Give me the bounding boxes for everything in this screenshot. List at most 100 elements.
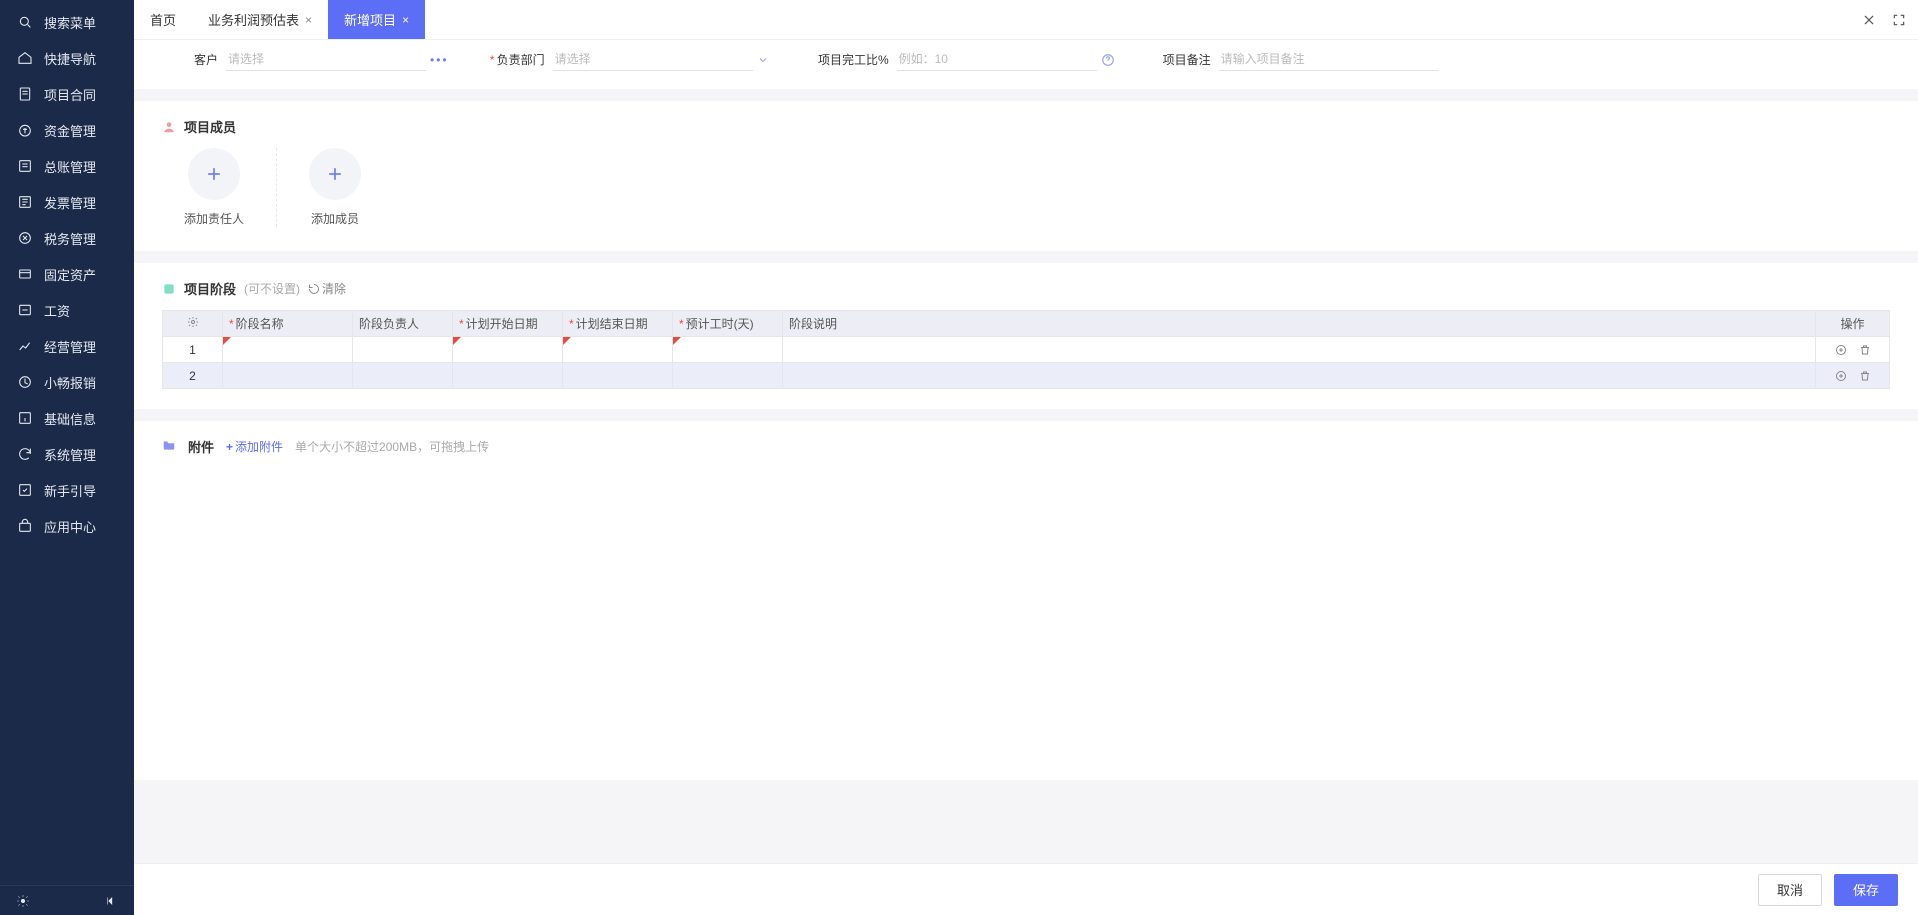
sidebar-item-asset[interactable]: 固定资产 [0,256,134,292]
tab-label: 业务利润预估表 [208,10,299,29]
ledger-icon [16,157,34,175]
collapse-icon[interactable] [102,892,120,910]
sidebar-item-label: 总账管理 [44,157,96,176]
th-text: 阶段名称 [236,317,284,331]
sidebar-item-ledger[interactable]: 总账管理 [0,148,134,184]
sidebar-item-label: 税务管理 [44,229,96,248]
section-note: (可不设置) [244,280,300,297]
cell-desc[interactable] [783,363,1816,389]
th-text: 操作 [1840,317,1864,331]
col-gear[interactable] [163,311,223,337]
tabs-bar: 首页 业务利润预估表 × 新增项目 × [134,0,1918,40]
dept-input[interactable] [553,48,753,71]
cell-hours[interactable] [673,337,783,363]
cell-idx: 1 [163,337,223,363]
add-row-icon[interactable] [1834,369,1848,383]
cell-hours[interactable] [673,363,783,389]
tab-profit-forecast[interactable]: 业务利润预估表 × [192,0,328,39]
settings-icon[interactable] [14,892,32,910]
sidebar-item-salary[interactable]: 工资 [0,292,134,328]
field-label: 项目备注 [1155,51,1211,68]
ratio-input[interactable] [897,48,1097,71]
sidebar-item-store[interactable]: 应用中心 [0,508,134,544]
cell-start[interactable] [453,363,563,389]
col-name: *阶段名称 [223,311,353,337]
sidebar-item-fund[interactable]: 资金管理 [0,112,134,148]
help-icon[interactable] [1101,53,1115,67]
sidebar-item-search[interactable]: 搜索菜单 [0,4,134,40]
delete-row-icon[interactable] [1858,369,1872,383]
tab-new-project[interactable]: 新增项目 × [328,0,425,39]
sidebar-item-base[interactable]: 基础信息 [0,400,134,436]
cell-end[interactable] [563,363,673,389]
cell-name[interactable] [223,363,353,389]
document-icon [16,85,34,103]
info-icon [16,409,34,427]
add-member-button[interactable] [309,148,361,200]
tab-label: 首页 [150,10,176,29]
save-button[interactable]: 保存 [1834,874,1898,906]
attach-row: 附件 + 添加附件 单个大小不超过200MB，可拖拽上传 [134,421,1918,480]
col-owner: 阶段负责人 [353,311,453,337]
main: 首页 业务利润预估表 × 新增项目 × 客户 ••• [134,0,1918,915]
more-icon[interactable]: ••• [430,53,449,67]
sidebar-item-label: 新手引导 [44,481,96,500]
asset-icon [16,265,34,283]
close-icon[interactable]: × [402,13,409,27]
guide-icon [16,481,34,499]
th-text: 计划结束日期 [576,317,648,331]
delete-row-icon[interactable] [1858,343,1872,357]
sidebar-item-tax[interactable]: 税务管理 [0,220,134,256]
sidebar-item-guide[interactable]: 新手引导 [0,472,134,508]
section-title: 项目阶段 [184,279,236,298]
sidebar-item-label: 快捷导航 [44,49,96,68]
customer-input[interactable] [226,48,426,71]
chevron-down-icon[interactable] [757,54,769,66]
sidebar-item-label: 基础信息 [44,409,96,428]
sidebar-item-contract[interactable]: 项目合同 [0,76,134,112]
panel-members: 项目成员 添加责任人 添加成员 [134,101,1918,251]
clear-stages-link[interactable]: 清除 [308,280,346,297]
cell-owner[interactable] [353,337,453,363]
sidebar-item-system[interactable]: 系统管理 [0,436,134,472]
sidebar-item-quick[interactable]: 快捷导航 [0,40,134,76]
members-row: 添加责任人 添加成员 [134,148,1918,251]
table-header-row: *阶段名称 阶段负责人 *计划开始日期 *计划结束日期 *预计工时(天) 阶段说… [163,311,1890,337]
chart-icon [16,337,34,355]
add-row-icon[interactable] [1834,343,1848,357]
th-text: 阶段负责人 [359,317,419,331]
remark-input[interactable] [1219,48,1439,71]
col-end: *计划结束日期 [563,311,673,337]
refresh-icon [16,445,34,463]
col-ops: 操作 [1816,311,1890,337]
cancel-button[interactable]: 取消 [1758,874,1822,906]
close-icon[interactable]: × [305,13,312,27]
cell-owner[interactable] [353,363,453,389]
sidebar-item-biz[interactable]: 经营管理 [0,328,134,364]
sidebar-menu: 搜索菜单 快捷导航 项目合同 资金管理 总账管理 [0,0,134,885]
sidebar-item-label: 工资 [44,301,70,320]
fullscreen-icon[interactable] [1890,11,1908,29]
sidebar-item-label: 项目合同 [44,85,96,104]
sidebar-item-invoice[interactable]: 发票管理 [0,184,134,220]
cell-name[interactable] [223,337,353,363]
add-member-label: 添加成员 [311,210,359,227]
sidebar-item-label: 小畅报销 [44,373,96,392]
cell-idx: 2 [163,363,223,389]
close-all-icon[interactable] [1860,11,1878,29]
folder-icon [162,438,176,455]
home-icon [16,49,34,67]
add-member-col: 添加成员 [276,148,361,227]
tab-home[interactable]: 首页 [134,0,192,39]
add-attachment-link[interactable]: + 添加附件 [226,438,283,455]
cell-start[interactable] [453,337,563,363]
sidebar-item-expense[interactable]: 小畅报销 [0,364,134,400]
stage-icon [162,282,176,296]
sidebar-item-label: 固定资产 [44,265,96,284]
cell-desc[interactable] [783,337,1816,363]
add-owner-button[interactable] [188,148,240,200]
cell-end[interactable] [563,337,673,363]
page-footer: 取消 保存 [134,863,1918,915]
section-header-stages: 项目阶段 (可不设置) 清除 [134,263,1918,310]
col-start: *计划开始日期 [453,311,563,337]
